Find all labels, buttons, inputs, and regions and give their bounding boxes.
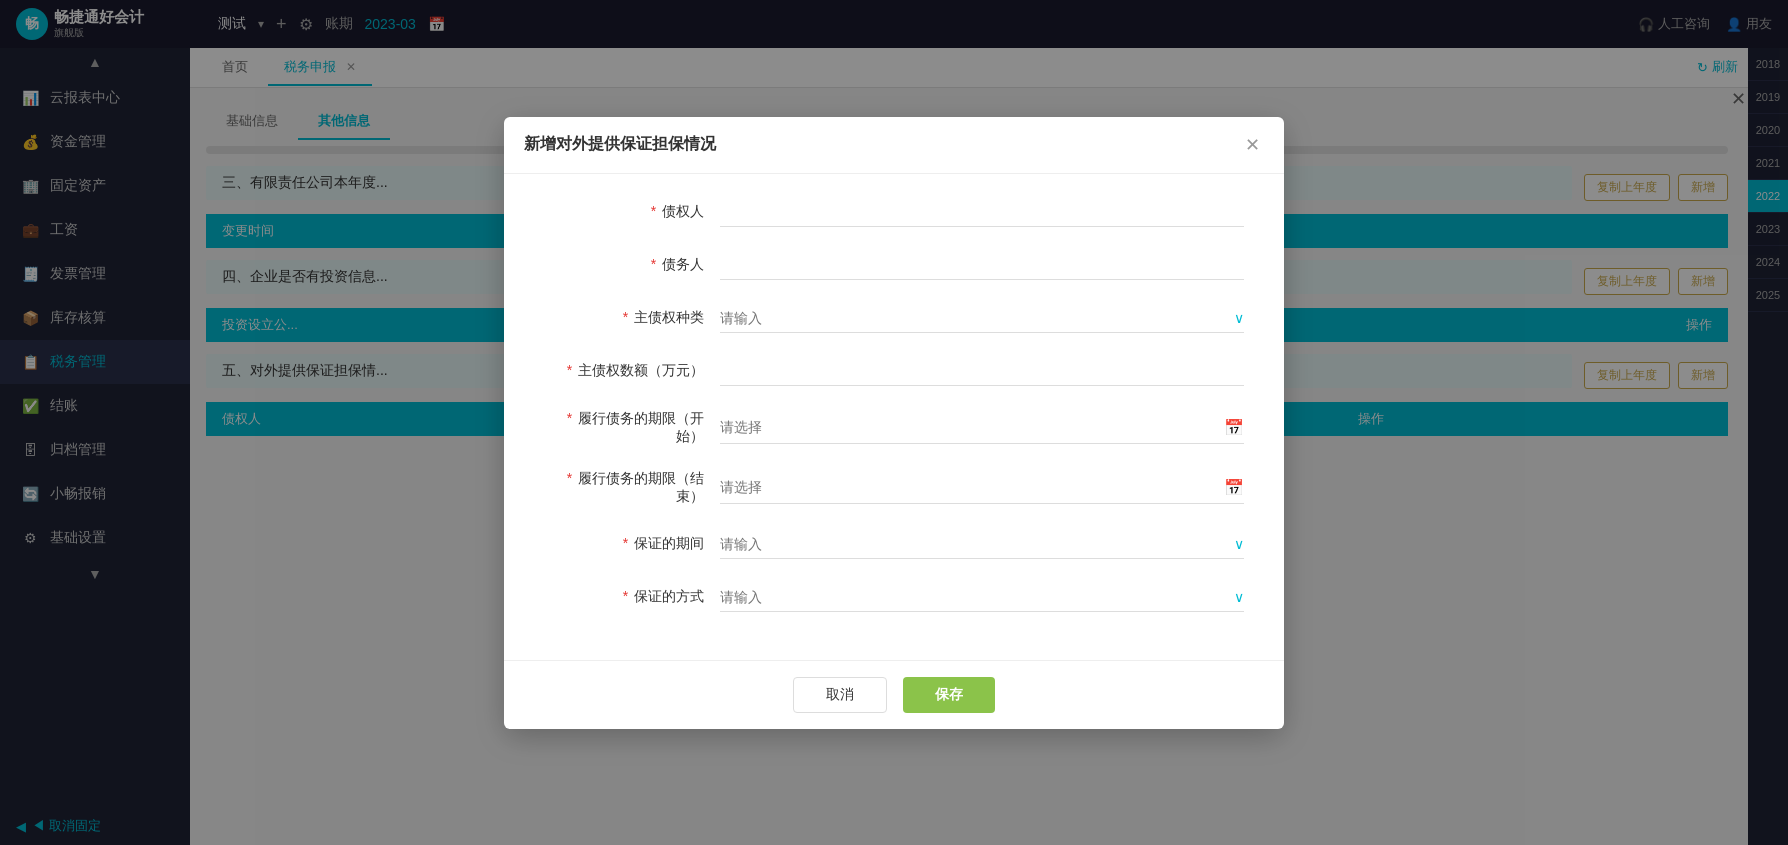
debtor-label: * 债务人: [544, 256, 704, 274]
period-end-calendar-icon[interactable]: 📅: [1224, 478, 1244, 497]
required-asterisk: *: [623, 535, 628, 551]
modal-close-button[interactable]: ✕: [1240, 133, 1264, 157]
modal-dialog: 新增对外提供保证担保情况 ✕ * 债权人 * 债务人: [504, 117, 1284, 729]
period-start-input[interactable]: [720, 419, 1224, 435]
debt-type-select-wrap: ∨: [720, 304, 1244, 333]
required-asterisk: *: [567, 470, 572, 486]
modal-header: 新增对外提供保证担保情况 ✕: [504, 117, 1284, 174]
required-asterisk: *: [567, 410, 572, 426]
guarantee-method-select-wrap: ∨: [720, 583, 1244, 612]
guarantee-period-input[interactable]: [720, 536, 1234, 552]
form-row-period-end: * 履行债务的期限（结束） 📅: [544, 470, 1244, 506]
guarantee-method-label: * 保证的方式: [544, 588, 704, 606]
guarantee-period-label: * 保证的期间: [544, 535, 704, 553]
form-row-creditor: * 债权人: [544, 198, 1244, 227]
debt-amount-label: * 主债权数额（万元）: [544, 362, 704, 380]
debt-type-label: * 主债权种类: [544, 309, 704, 327]
debt-type-input[interactable]: [720, 310, 1234, 326]
modal-body: * 债权人 * 债务人 * 主债权种类: [504, 174, 1284, 660]
debtor-input[interactable]: [720, 251, 1244, 280]
required-asterisk: *: [623, 588, 628, 604]
form-row-debt-type: * 主债权种类 ∨: [544, 304, 1244, 333]
cancel-button[interactable]: 取消: [793, 677, 887, 713]
debt-amount-input[interactable]: [720, 357, 1244, 386]
form-row-guarantee-method: * 保证的方式 ∨: [544, 583, 1244, 612]
period-start-date-wrap: 📅: [720, 412, 1244, 444]
period-end-date-wrap: 📅: [720, 472, 1244, 504]
modal-overlay[interactable]: 新增对外提供保证担保情况 ✕ * 债权人 * 债务人: [0, 0, 1788, 845]
required-asterisk: *: [651, 203, 656, 219]
guarantee-period-dropdown-icon[interactable]: ∨: [1234, 536, 1244, 552]
modal-title: 新增对外提供保证担保情况: [524, 134, 716, 155]
debt-type-dropdown-icon[interactable]: ∨: [1234, 310, 1244, 326]
period-start-calendar-icon[interactable]: 📅: [1224, 418, 1244, 437]
guarantee-method-dropdown-icon[interactable]: ∨: [1234, 589, 1244, 605]
form-row-debtor: * 债务人: [544, 251, 1244, 280]
creditor-input[interactable]: [720, 198, 1244, 227]
modal-footer: 取消 保存: [504, 660, 1284, 729]
period-start-label: * 履行债务的期限（开始）: [544, 410, 704, 446]
required-asterisk: *: [651, 256, 656, 272]
form-row-guarantee-period: * 保证的期间 ∨: [544, 530, 1244, 559]
period-end-input[interactable]: [720, 479, 1224, 495]
guarantee-period-select-wrap: ∨: [720, 530, 1244, 559]
required-asterisk: *: [623, 309, 628, 325]
period-end-label: * 履行债务的期限（结束）: [544, 470, 704, 506]
guarantee-method-input[interactable]: [720, 589, 1234, 605]
required-asterisk: *: [567, 362, 572, 378]
creditor-label: * 债权人: [544, 203, 704, 221]
form-row-debt-amount: * 主债权数额（万元）: [544, 357, 1244, 386]
save-button[interactable]: 保存: [903, 677, 995, 713]
form-row-period-start: * 履行债务的期限（开始） 📅: [544, 410, 1244, 446]
